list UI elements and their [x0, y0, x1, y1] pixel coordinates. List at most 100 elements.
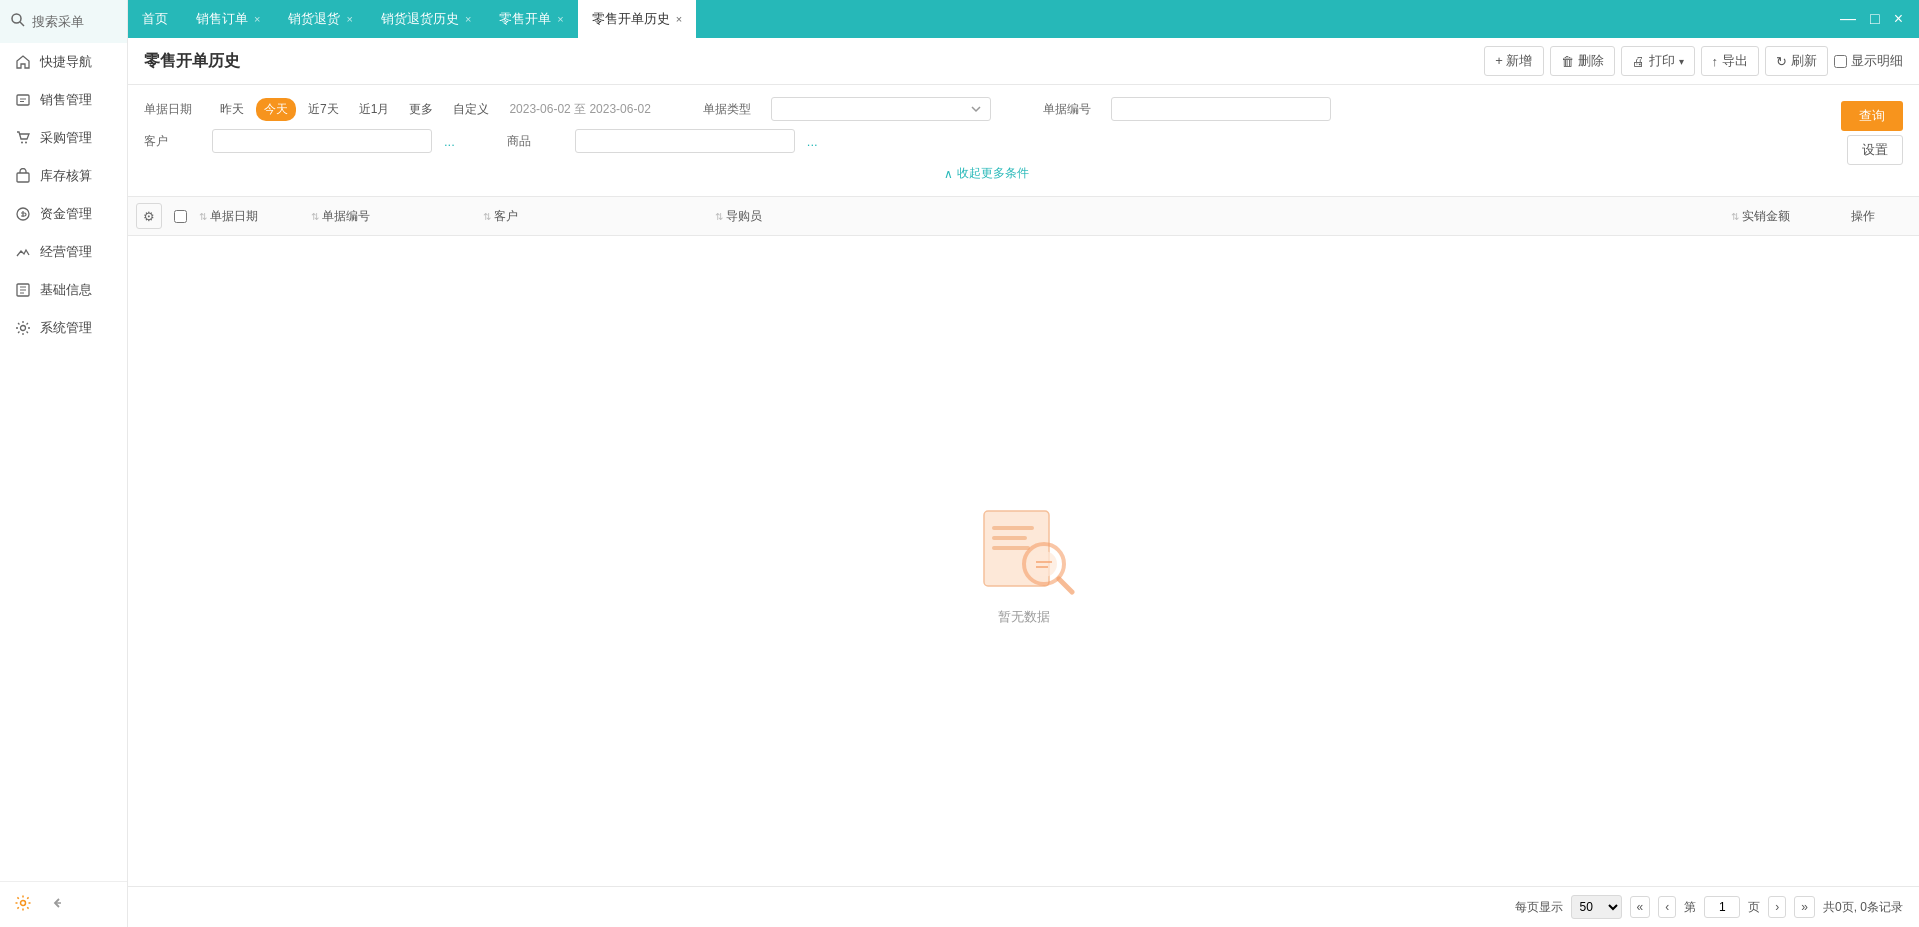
refresh-icon: ↻: [1776, 54, 1787, 69]
show-detail-label: 显示明细: [1851, 52, 1903, 70]
last-page-button[interactable]: »: [1794, 896, 1815, 918]
print-button[interactable]: 🖨 打印 ▾: [1621, 46, 1695, 76]
tab-bar: 首页 销售订单 × 销货退货 × 销货退货历史 × 零售开单 × 零售开单历史 …: [128, 0, 1919, 38]
sidebar-item-label: 快捷导航: [40, 53, 92, 71]
tab-retail-open-label: 零售开单: [499, 10, 551, 28]
finance-icon: [14, 205, 32, 223]
show-detail-checkbox[interactable]: [1834, 55, 1847, 68]
tab-sales-return-close[interactable]: ×: [346, 13, 352, 25]
print-icon: 🖨: [1632, 54, 1645, 69]
customer-label: 客户: [144, 133, 200, 150]
sidebar-item-inventory[interactable]: 库存核算: [0, 157, 127, 195]
sidebar-item-label: 经营管理: [40, 243, 92, 261]
svg-line-1: [20, 22, 24, 26]
sort-icon-guide: ⇅: [715, 211, 723, 222]
sidebar-search-label: 搜索采单: [32, 13, 84, 31]
svg-rect-12: [992, 536, 1027, 540]
tab-retail-open-history[interactable]: 零售开单历史 ×: [578, 0, 696, 38]
maximize-button[interactable]: □: [1870, 10, 1880, 28]
product-ellipsis[interactable]: ...: [807, 134, 818, 149]
date-btn-yesterday[interactable]: 昨天: [212, 98, 252, 121]
tab-sales-return-history-label: 销货退货历史: [381, 10, 459, 28]
minimize-button[interactable]: —: [1840, 10, 1856, 28]
select-all-checkbox[interactable]: [174, 210, 187, 223]
sidebar-item-sys-mgmt[interactable]: 系统管理: [0, 309, 127, 347]
query-button[interactable]: 查询: [1841, 101, 1903, 131]
sidebar-item-label: 系统管理: [40, 319, 92, 337]
sidebar-item-label: 资金管理: [40, 205, 92, 223]
tab-sales-order-close[interactable]: ×: [254, 13, 260, 25]
page-title: 零售开单历史: [144, 51, 240, 72]
customer-ellipsis[interactable]: ...: [444, 134, 455, 149]
sidebar-item-operations[interactable]: 经营管理: [0, 233, 127, 271]
sidebar-item-label: 基础信息: [40, 281, 92, 299]
filter-settings-button[interactable]: 设置: [1847, 135, 1903, 165]
search-icon: [10, 12, 26, 31]
per-page-select[interactable]: 50 10 20 100: [1571, 895, 1622, 919]
filter-collapse[interactable]: ∧ 收起更多条件: [144, 161, 1829, 184]
tab-home-label: 首页: [142, 10, 168, 28]
sales-icon: [14, 91, 32, 109]
main-content: 首页 销售订单 × 销货退货 × 销货退货历史 × 零售开单 × 零售开单历史 …: [128, 0, 1919, 927]
col-header-action: 操作: [1851, 208, 1911, 225]
add-button[interactable]: + 新增: [1484, 46, 1543, 76]
col-header-num[interactable]: ⇅ 单据编号: [311, 208, 471, 225]
doc-type-select[interactable]: [771, 97, 991, 121]
delete-button[interactable]: 🗑 删除: [1550, 46, 1615, 76]
sort-up-icon: ⇅: [199, 211, 207, 222]
tab-sales-return-history[interactable]: 销货退货历史 ×: [367, 0, 485, 38]
basic-icon: [14, 281, 32, 299]
filter-row-1: 单据日期 昨天 今天 近7天 近1月 更多 自定义 2023-06-02 至 2…: [144, 97, 1829, 121]
sidebar-item-purchase-mgmt[interactable]: 采购管理: [0, 119, 127, 157]
prev-page-button[interactable]: ‹: [1658, 896, 1676, 918]
tab-bar-controls: — □ ×: [1840, 10, 1919, 28]
tab-retail-open-history-label: 零售开单历史: [592, 10, 670, 28]
customer-input[interactable]: [212, 129, 432, 153]
tab-retail-open[interactable]: 零售开单 ×: [485, 0, 577, 38]
tab-sales-return[interactable]: 销货退货 ×: [274, 0, 366, 38]
svg-point-8: [21, 901, 26, 906]
date-btn-today[interactable]: 今天: [256, 98, 296, 121]
date-btn-more[interactable]: 更多: [401, 98, 441, 121]
sidebar-item-quick-nav[interactable]: 快捷导航: [0, 43, 127, 81]
tab-retail-open-close[interactable]: ×: [557, 13, 563, 25]
sidebar-item-finance[interactable]: 资金管理: [0, 195, 127, 233]
next-page-button[interactable]: ›: [1768, 896, 1786, 918]
svg-line-16: [1059, 579, 1072, 592]
home-icon: [14, 53, 32, 71]
collapse-icon[interactable]: [48, 894, 66, 915]
col-header-date[interactable]: ⇅ 单据日期: [199, 208, 299, 225]
page-input[interactable]: [1704, 896, 1740, 918]
empty-icon: [964, 496, 1084, 596]
sidebar-item-sales-mgmt[interactable]: 销售管理: [0, 81, 127, 119]
col-header-amount[interactable]: ⇅ 实销金额: [1731, 208, 1831, 225]
delete-icon: 🗑: [1561, 54, 1574, 69]
tab-sales-return-history-close[interactable]: ×: [465, 13, 471, 25]
sidebar-item-basic-info[interactable]: 基础信息: [0, 271, 127, 309]
table-area: ⚙ ⇅ 单据日期 ⇅ 单据编号 ⇅ 客户 ⇅ 导购员 ⇅ 实销金额: [128, 197, 1919, 886]
export-button[interactable]: ↑ 导出: [1701, 46, 1760, 76]
filter-row-2: 客户 ... 商品 ...: [144, 129, 1829, 153]
date-btn-last1month[interactable]: 近1月: [351, 98, 398, 121]
col-header-client[interactable]: ⇅ 客户: [483, 208, 703, 225]
svg-rect-5: [17, 173, 29, 182]
date-btn-last7[interactable]: 近7天: [300, 98, 347, 121]
tab-retail-open-history-close[interactable]: ×: [676, 13, 682, 25]
first-page-button[interactable]: «: [1630, 896, 1651, 918]
doc-num-input[interactable]: [1111, 97, 1331, 121]
col-header-guide[interactable]: ⇅ 导购员: [715, 208, 835, 225]
svg-point-7: [21, 326, 26, 331]
collapse-up-icon: ∧: [944, 167, 953, 181]
inventory-icon: [14, 167, 32, 185]
refresh-button[interactable]: ↻ 刷新: [1765, 46, 1828, 76]
date-btn-custom[interactable]: 自定义: [445, 98, 497, 121]
product-input[interactable]: [575, 129, 795, 153]
close-button[interactable]: ×: [1894, 10, 1903, 28]
sidebar-search[interactable]: 搜索采单: [0, 0, 127, 43]
gear-icon[interactable]: [14, 894, 32, 915]
tab-sales-order[interactable]: 销售订单 ×: [182, 0, 274, 38]
svg-point-3: [21, 142, 23, 144]
table-settings-icon[interactable]: ⚙: [136, 203, 162, 229]
tab-home[interactable]: 首页: [128, 0, 182, 38]
date-label: 单据日期: [144, 101, 200, 118]
